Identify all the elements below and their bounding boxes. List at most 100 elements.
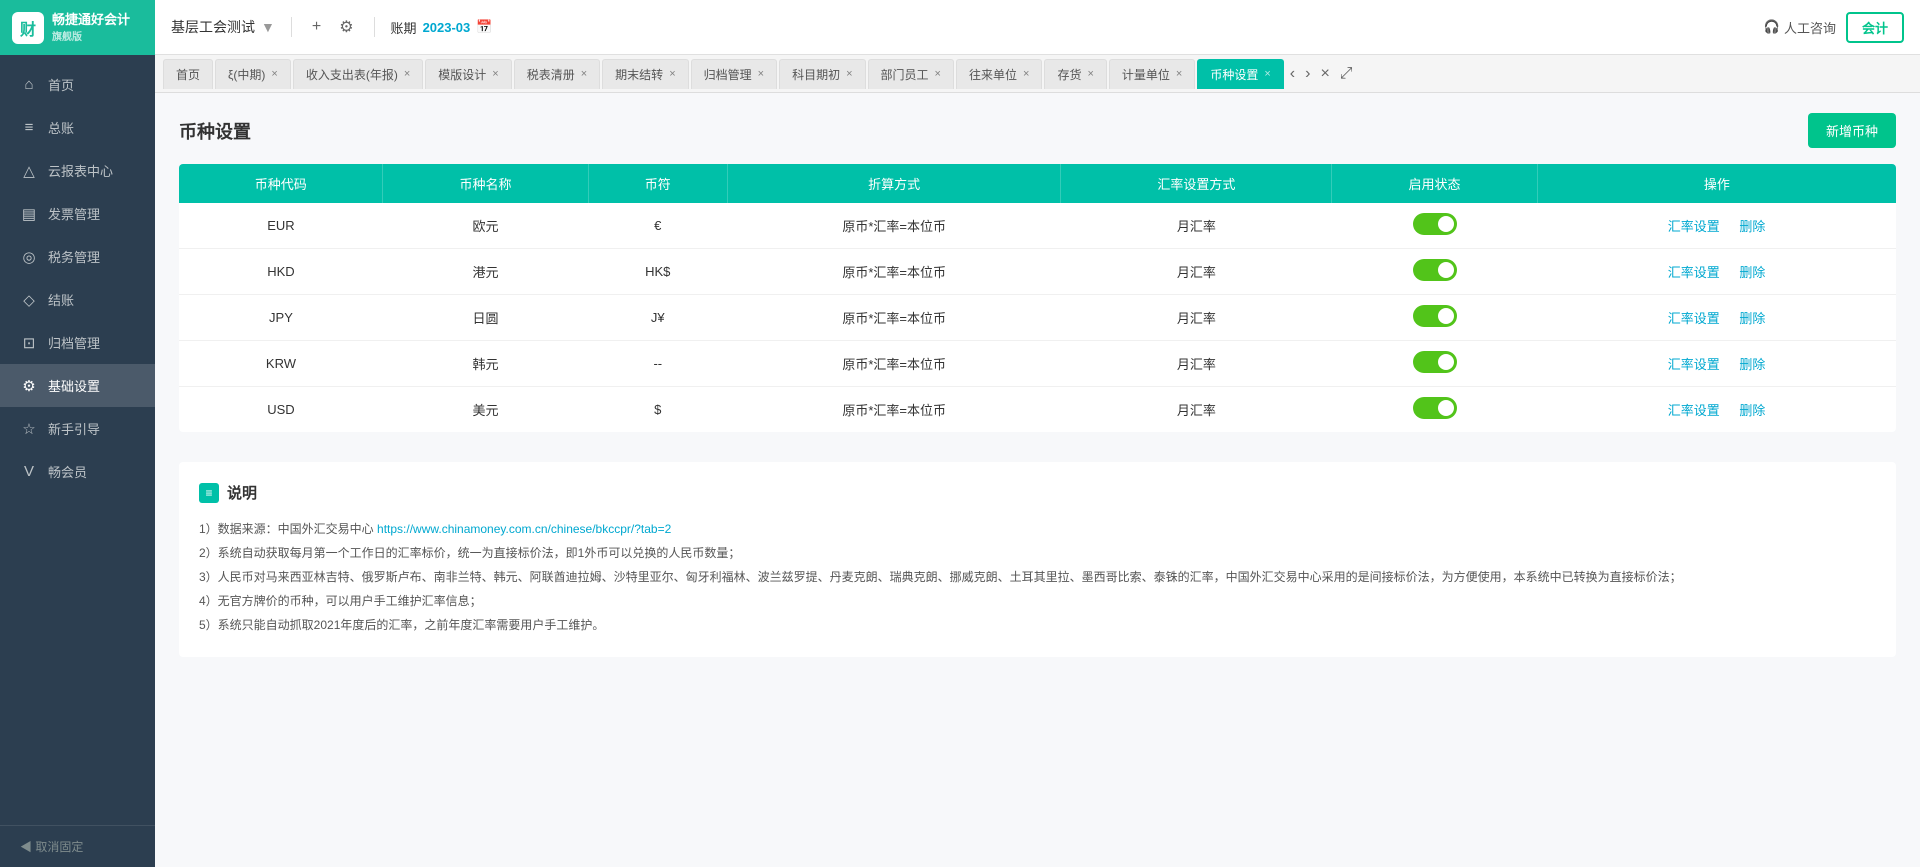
rate-setting-link-1[interactable]: 汇率设置: [1668, 265, 1720, 280]
tab-currency-close[interactable]: ×: [1264, 68, 1270, 80]
cell-name-4: 美元: [383, 387, 588, 433]
sidebar-item-guide[interactable]: ☆ 新手引导: [0, 407, 155, 450]
table-row: HKD 港元 HK$ 原币*汇率=本位币 月汇率 汇率设置 删除: [179, 249, 1896, 295]
checkout-icon: ◇: [20, 291, 38, 309]
note-item-3: 4）无官方牌价的币种，可以用户手工维护汇率信息；: [199, 589, 1876, 613]
account-button[interactable]: 会计: [1846, 12, 1904, 43]
toggle-4[interactable]: [1413, 397, 1457, 419]
delete-link-1[interactable]: 删除: [1739, 265, 1765, 280]
sidebar-item-home[interactable]: ⌂ 首页: [0, 63, 155, 106]
sidebar-nav: ⌂ 首页 ≡ 总账 △ 云报表中心 ▤ 发票管理 ◎ 税务管理 ◇ 结账 ⊡ 归…: [0, 55, 155, 825]
tab-dept-close[interactable]: ×: [935, 68, 941, 80]
project-name: 基层工会测试: [171, 17, 255, 37]
tab-subjects[interactable]: 科目期初 ×: [779, 59, 865, 89]
add-project-btn[interactable]: +: [308, 14, 325, 40]
delete-link-0[interactable]: 删除: [1739, 219, 1765, 234]
rate-setting-link-4[interactable]: 汇率设置: [1668, 403, 1720, 418]
sidebar-item-ledger[interactable]: ≡ 总账: [0, 106, 155, 149]
invoice-icon: ▤: [20, 205, 38, 223]
customer-service-btn[interactable]: 🎧 人工咨询: [1764, 18, 1836, 37]
tab-period[interactable]: ξ(中期) ×: [215, 59, 291, 89]
table-row: EUR 欧元 € 原币*汇率=本位币 月汇率 汇率设置 删除: [179, 203, 1896, 249]
tab-period-close[interactable]: ×: [271, 68, 277, 80]
tab-subjects-close[interactable]: ×: [846, 68, 852, 80]
tab-template[interactable]: 模版设计 ×: [425, 59, 511, 89]
notes-section: ≡ 说明 1）数据来源：中国外汇交易中心 https://www.chinamo…: [179, 462, 1896, 657]
tab-next-btn[interactable]: ›: [1301, 63, 1314, 85]
tab-partners[interactable]: 往来单位 ×: [956, 59, 1042, 89]
topbar-divider-1: [291, 17, 292, 37]
project-selector[interactable]: 基层工会测试 ▼: [171, 17, 275, 37]
sidebar: 财 畅捷通好会计 旗舰版 ⌂ 首页 ≡ 总账 △ 云报表中心 ▤ 发票管理 ◎ …: [0, 0, 155, 867]
topbar-actions: + ⚙: [308, 13, 358, 41]
tab-units-close[interactable]: ×: [1176, 68, 1182, 80]
cell-code-4: USD: [179, 387, 383, 433]
table-header-row: 币种代码 币种名称 币符 折算方式 汇率设置方式 启用状态 操作: [179, 164, 1896, 203]
tab-tax-close[interactable]: ×: [581, 68, 587, 80]
tab-inventory-close[interactable]: ×: [1087, 68, 1093, 80]
tab-income[interactable]: 收入支出表(年报) ×: [293, 59, 423, 89]
cell-code-3: KRW: [179, 341, 383, 387]
cell-action-3: 汇率设置 删除: [1537, 341, 1896, 387]
delete-link-4[interactable]: 删除: [1739, 403, 1765, 418]
tab-tax[interactable]: 税表清册 ×: [514, 59, 600, 89]
period-label: 账期: [391, 18, 417, 37]
toggle-0[interactable]: [1413, 213, 1457, 235]
sidebar-item-reports-label: 云报表中心: [48, 161, 113, 180]
toggle-1[interactable]: [1413, 259, 1457, 281]
archive-icon: ⊡: [20, 334, 38, 352]
sidebar-item-checkout[interactable]: ◇ 结账: [0, 278, 155, 321]
sidebar-item-archive[interactable]: ⊡ 归档管理: [0, 321, 155, 364]
cell-status-4: [1332, 387, 1537, 433]
delete-link-2[interactable]: 删除: [1739, 311, 1765, 326]
period-display: 账期 2023-03 📅: [391, 18, 493, 37]
sidebar-item-tax[interactable]: ◎ 税务管理: [0, 235, 155, 278]
sidebar-item-member[interactable]: V 畅会员: [0, 450, 155, 493]
tab-partners-close[interactable]: ×: [1023, 68, 1029, 80]
cell-code-2: JPY: [179, 295, 383, 341]
tab-template-close[interactable]: ×: [492, 68, 498, 80]
toggle-2[interactable]: [1413, 305, 1457, 327]
tab-inventory[interactable]: 存货 ×: [1044, 59, 1106, 89]
sidebar-pin-toggle[interactable]: ◀ 取消固定: [0, 825, 155, 867]
tab-income-close[interactable]: ×: [404, 68, 410, 80]
cell-rate-type-1: 月汇率: [1061, 249, 1332, 295]
tab-archive[interactable]: 归档管理 ×: [691, 59, 777, 89]
calendar-icon[interactable]: 📅: [476, 19, 492, 35]
sidebar-item-settings[interactable]: ⚙ 基础设置: [0, 364, 155, 407]
col-method: 折算方式: [727, 164, 1060, 203]
tab-period-end[interactable]: 期末结转 ×: [602, 59, 688, 89]
tab-close-all-btn[interactable]: ×: [1316, 63, 1333, 85]
tab-tax-label: 税表清册: [527, 66, 575, 83]
tab-home[interactable]: 首页: [163, 59, 213, 89]
new-currency-button[interactable]: 新增币种: [1808, 113, 1896, 148]
rate-setting-link-2[interactable]: 汇率设置: [1668, 311, 1720, 326]
tab-period-end-close[interactable]: ×: [669, 68, 675, 80]
tab-dept[interactable]: 部门员工 ×: [868, 59, 954, 89]
tab-currency[interactable]: 币种设置 ×: [1197, 59, 1283, 89]
sidebar-item-invoice[interactable]: ▤ 发票管理: [0, 192, 155, 235]
logo-sub: 旗舰版: [52, 28, 130, 43]
tab-home-label: 首页: [176, 66, 200, 83]
cell-rate-type-0: 月汇率: [1061, 203, 1332, 249]
sidebar-item-reports[interactable]: △ 云报表中心: [0, 149, 155, 192]
col-action: 操作: [1537, 164, 1896, 203]
sidebar-item-member-label: 畅会员: [48, 462, 87, 481]
tab-archive-close[interactable]: ×: [758, 68, 764, 80]
headset-icon: 🎧: [1764, 19, 1780, 35]
notes-link[interactable]: https://www.chinamoney.com.cn/chinese/bk…: [377, 522, 671, 536]
rate-setting-link-0[interactable]: 汇率设置: [1668, 219, 1720, 234]
tab-units[interactable]: 计量单位 ×: [1109, 59, 1195, 89]
tab-expand-btn[interactable]: ⤢: [1336, 63, 1357, 85]
toggle-3[interactable]: [1413, 351, 1457, 373]
note-item-0: 1）数据来源：中国外汇交易中心 https://www.chinamoney.c…: [199, 517, 1876, 541]
tab-income-label: 收入支出表(年报): [306, 66, 398, 83]
settings-btn[interactable]: ⚙: [335, 13, 357, 41]
currency-table: 币种代码 币种名称 币符 折算方式 汇率设置方式 启用状态 操作 EUR 欧元 …: [179, 164, 1896, 432]
tab-prev-btn[interactable]: ‹: [1286, 63, 1299, 85]
rate-setting-link-3[interactable]: 汇率设置: [1668, 357, 1720, 372]
cell-action-1: 汇率设置 删除: [1537, 249, 1896, 295]
reports-icon: △: [20, 162, 38, 180]
delete-link-3[interactable]: 删除: [1739, 357, 1765, 372]
notes-title: 说明: [227, 482, 257, 503]
